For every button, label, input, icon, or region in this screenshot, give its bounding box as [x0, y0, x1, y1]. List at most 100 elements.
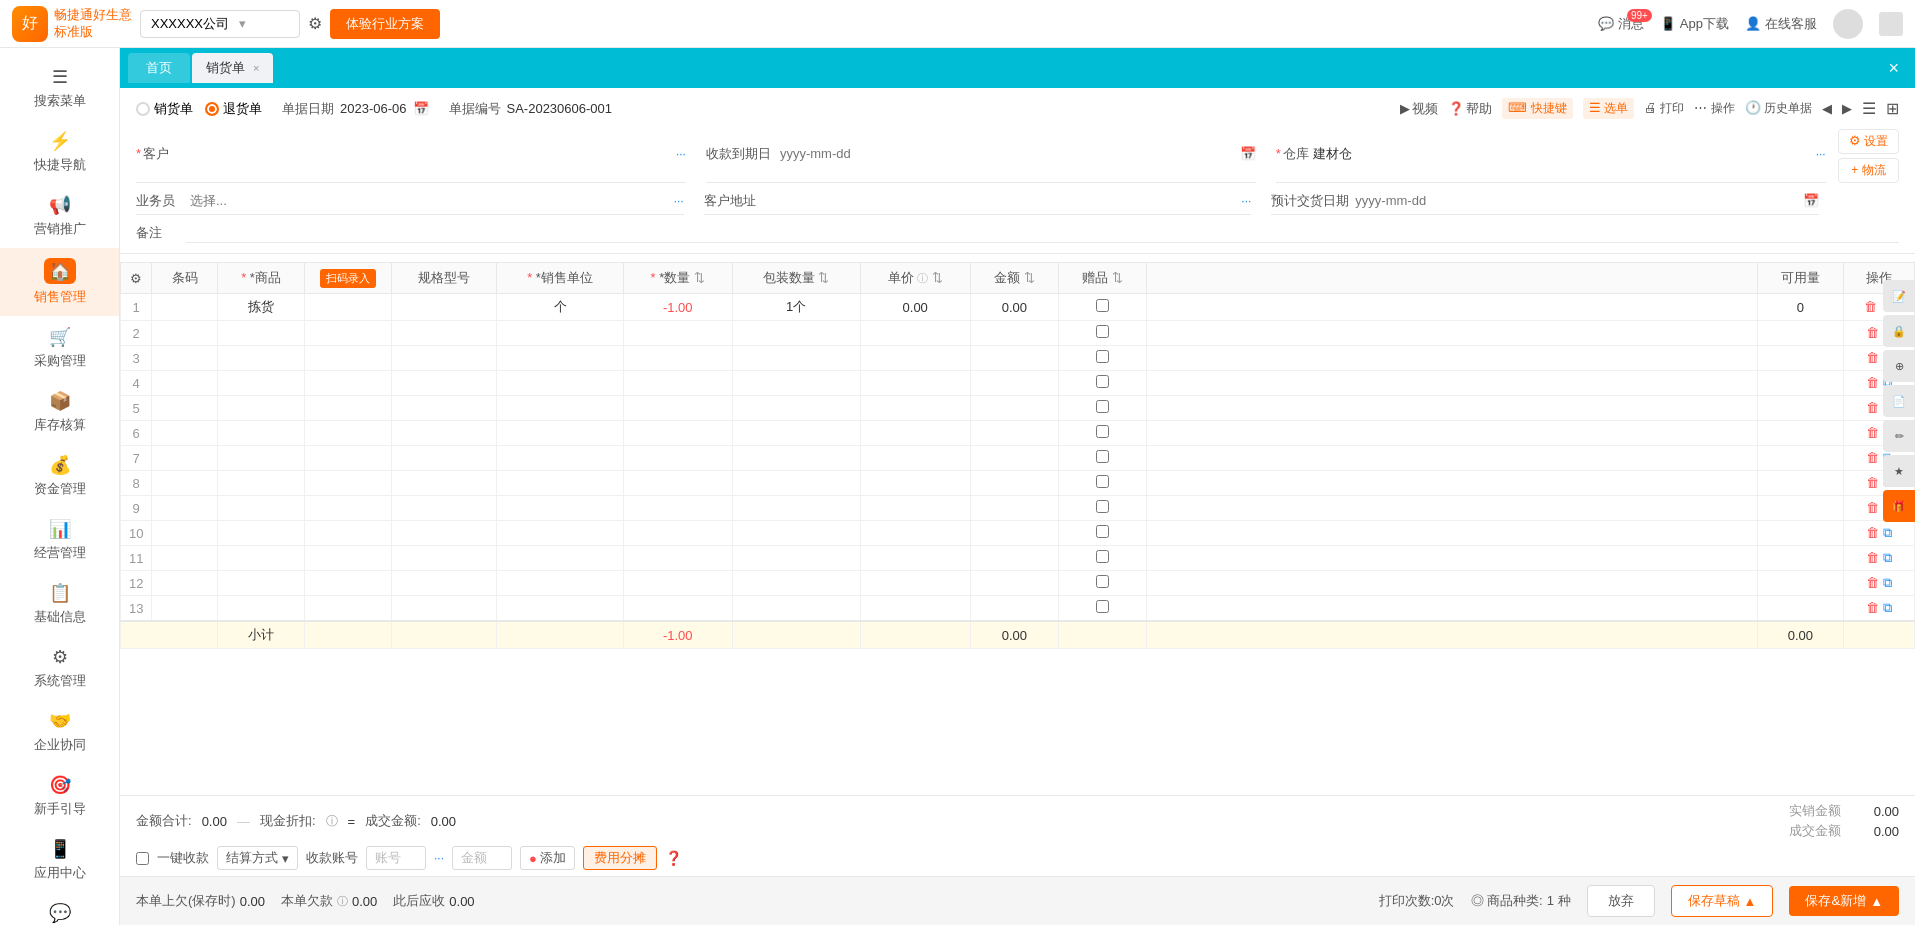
th-gear-icon[interactable]: ⚙	[130, 271, 142, 286]
gift-checkbox[interactable]	[1096, 299, 1109, 312]
delete-row-icon[interactable]: 🗑	[1866, 600, 1879, 615]
gift-checkbox[interactable]	[1096, 550, 1109, 563]
gift-checkbox[interactable]	[1096, 450, 1109, 463]
amount-field[interactable]: 金额	[452, 846, 512, 870]
sidebar-item-shortcuts[interactable]: ⚡ 快捷导航	[0, 120, 119, 184]
fee-distribution-button[interactable]: 费用分摊	[583, 846, 657, 870]
print-action[interactable]: 🖨 打印	[1644, 100, 1684, 117]
tab-sales[interactable]: 销货单 ×	[192, 53, 273, 83]
history-action[interactable]: 🕐 历史单据	[1745, 100, 1812, 117]
radio-returns[interactable]: 退货单	[205, 100, 262, 118]
delete-row-icon[interactable]: 🗑	[1866, 425, 1879, 440]
delete-row-icon[interactable]: 🗑	[1866, 500, 1879, 515]
calendar-icon[interactable]: 📅	[413, 101, 429, 116]
sidebar-item-finance[interactable]: 💰 资金管理	[0, 444, 119, 508]
gift-checkbox[interactable]	[1096, 500, 1109, 513]
user-menu[interactable]	[1879, 12, 1903, 36]
rfloat-btn-5[interactable]: ✏	[1883, 420, 1915, 452]
tab-close-icon[interactable]: ×	[253, 62, 259, 74]
copy-row-icon[interactable]: ⧉	[1883, 600, 1892, 615]
one-click-pay-checkbox[interactable]	[136, 852, 149, 865]
prev-arrow[interactable]: ◀	[1822, 101, 1832, 116]
save-draft-button[interactable]: 保存草稿 ▲	[1671, 885, 1774, 917]
company-selector[interactable]: XXXXXX公司 ▾	[140, 10, 300, 38]
gift-checkbox[interactable]	[1096, 575, 1109, 588]
sidebar-item-basic[interactable]: 📋 基础信息	[0, 572, 119, 636]
settings-btn[interactable]: ⚙ 设置	[1838, 129, 1899, 154]
next-arrow[interactable]: ▶	[1842, 101, 1852, 116]
rfloat-btn-4[interactable]: 📄	[1883, 385, 1915, 417]
sidebar-item-appstore[interactable]: 📱 应用中心	[0, 828, 119, 892]
rfloat-btn-3[interactable]: ⊕	[1883, 350, 1915, 382]
operate-action[interactable]: ⋯ 操作	[1694, 100, 1734, 117]
settings-icon[interactable]: ⚙	[308, 14, 322, 33]
gift-checkbox[interactable]	[1096, 375, 1109, 388]
grid-view-icon[interactable]: ⊞	[1886, 99, 1899, 118]
app-download-item[interactable]: 📱 App下载	[1660, 15, 1729, 33]
salesperson-input[interactable]	[186, 191, 674, 210]
list-view-icon[interactable]: ☰	[1862, 99, 1876, 118]
delete-row-icon[interactable]: 🗑	[1866, 450, 1879, 465]
sidebar-item-search[interactable]: ☰ 搜索菜单	[0, 56, 119, 120]
avatar[interactable]	[1833, 9, 1863, 39]
qty-sort-icon[interactable]: ⇅	[694, 270, 705, 285]
delivery-date-icon[interactable]: 📅	[1803, 193, 1819, 208]
account-input[interactable]: 账号	[366, 846, 426, 870]
salesperson-dots[interactable]: ···	[674, 194, 684, 208]
sidebar-item-purchase[interactable]: 🛒 采购管理	[0, 316, 119, 380]
sidebar-item-marketing[interactable]: 📢 营销推广	[0, 184, 119, 248]
rfloat-btn-1[interactable]: 📝	[1883, 280, 1915, 312]
settlement-select[interactable]: 结算方式 ▾	[217, 846, 298, 870]
logistics-btn[interactable]: + 物流	[1838, 158, 1899, 183]
sidebar-item-system[interactable]: ⚙ 系统管理	[0, 636, 119, 700]
sidebar-item-enterprise[interactable]: 🤝 企业协同	[0, 700, 119, 764]
scan-button[interactable]: 扫码录入	[320, 269, 376, 288]
date-picker-icon[interactable]: 📅	[1240, 146, 1256, 161]
delete-row-icon[interactable]: 🗑	[1866, 525, 1879, 540]
shortcut-action[interactable]: ⌨ 快捷键	[1502, 98, 1572, 119]
sidebar-item-inventory[interactable]: 📦 库存核算	[0, 380, 119, 444]
sidebar-item-weixin[interactable]: 💬 企业微信	[0, 892, 119, 925]
gift-checkbox[interactable]	[1096, 325, 1109, 338]
sidebar-item-operations[interactable]: 📊 经营管理	[0, 508, 119, 572]
delete-row-icon[interactable]: 🗑	[1866, 400, 1879, 415]
account-dots[interactable]: ···	[434, 851, 444, 865]
message-icon-item[interactable]: 💬 消息 99+	[1598, 15, 1644, 33]
gift-checkbox[interactable]	[1096, 425, 1109, 438]
warehouse-dots[interactable]: ···	[1816, 147, 1826, 161]
sidebar-item-sales[interactable]: 🏠 销售管理	[0, 248, 119, 316]
customer-input[interactable]	[193, 144, 676, 163]
trial-button[interactable]: 体验行业方案	[330, 9, 440, 39]
gift-checkbox[interactable]	[1096, 350, 1109, 363]
pack-sort-icon[interactable]: ⇅	[818, 270, 829, 285]
delete-row-icon[interactable]: 🗑	[1866, 325, 1879, 340]
rfloat-btn-7[interactable]: 🎁	[1883, 490, 1915, 522]
video-action[interactable]: ▶ 视频	[1400, 100, 1438, 118]
gift-checkbox[interactable]	[1096, 525, 1109, 538]
gift-sort-icon[interactable]: ⇅	[1112, 270, 1123, 285]
help-action[interactable]: ❓ 帮助	[1448, 100, 1492, 118]
close-all-icon[interactable]: ×	[1888, 58, 1907, 79]
select-action[interactable]: ☰ 选单	[1583, 98, 1634, 119]
unit-price-sort-icon[interactable]: ⇅	[932, 270, 943, 285]
delete-row-icon[interactable]: 🗑	[1866, 350, 1879, 365]
gift-checkbox[interactable]	[1096, 475, 1109, 488]
gift-checkbox[interactable]	[1096, 400, 1109, 413]
save-new-button[interactable]: 保存&新增 ▲	[1789, 886, 1899, 916]
discard-button[interactable]: 放弃	[1587, 885, 1655, 917]
online-service-item[interactable]: 👤 在线客服	[1745, 15, 1817, 33]
sidebar-item-guide[interactable]: 🎯 新手引导	[0, 764, 119, 828]
delete-row-icon[interactable]: 🗑	[1866, 550, 1879, 565]
delete-row-icon[interactable]: 🗑	[1864, 299, 1877, 314]
copy-row-icon[interactable]: ⧉	[1883, 525, 1892, 540]
rfloat-btn-2[interactable]: 🔒	[1883, 315, 1915, 347]
addr-dots[interactable]: ···	[1241, 194, 1251, 208]
delete-row-icon[interactable]: 🗑	[1866, 375, 1879, 390]
gift-checkbox[interactable]	[1096, 600, 1109, 613]
copy-row-icon[interactable]: ⧉	[1883, 575, 1892, 590]
amount-sort-icon[interactable]: ⇅	[1024, 270, 1035, 285]
tab-home[interactable]: 首页	[128, 53, 190, 83]
add-button[interactable]: ● 添加	[520, 846, 575, 870]
rfloat-btn-6[interactable]: ★	[1883, 455, 1915, 487]
copy-row-icon[interactable]: ⧉	[1883, 550, 1892, 565]
